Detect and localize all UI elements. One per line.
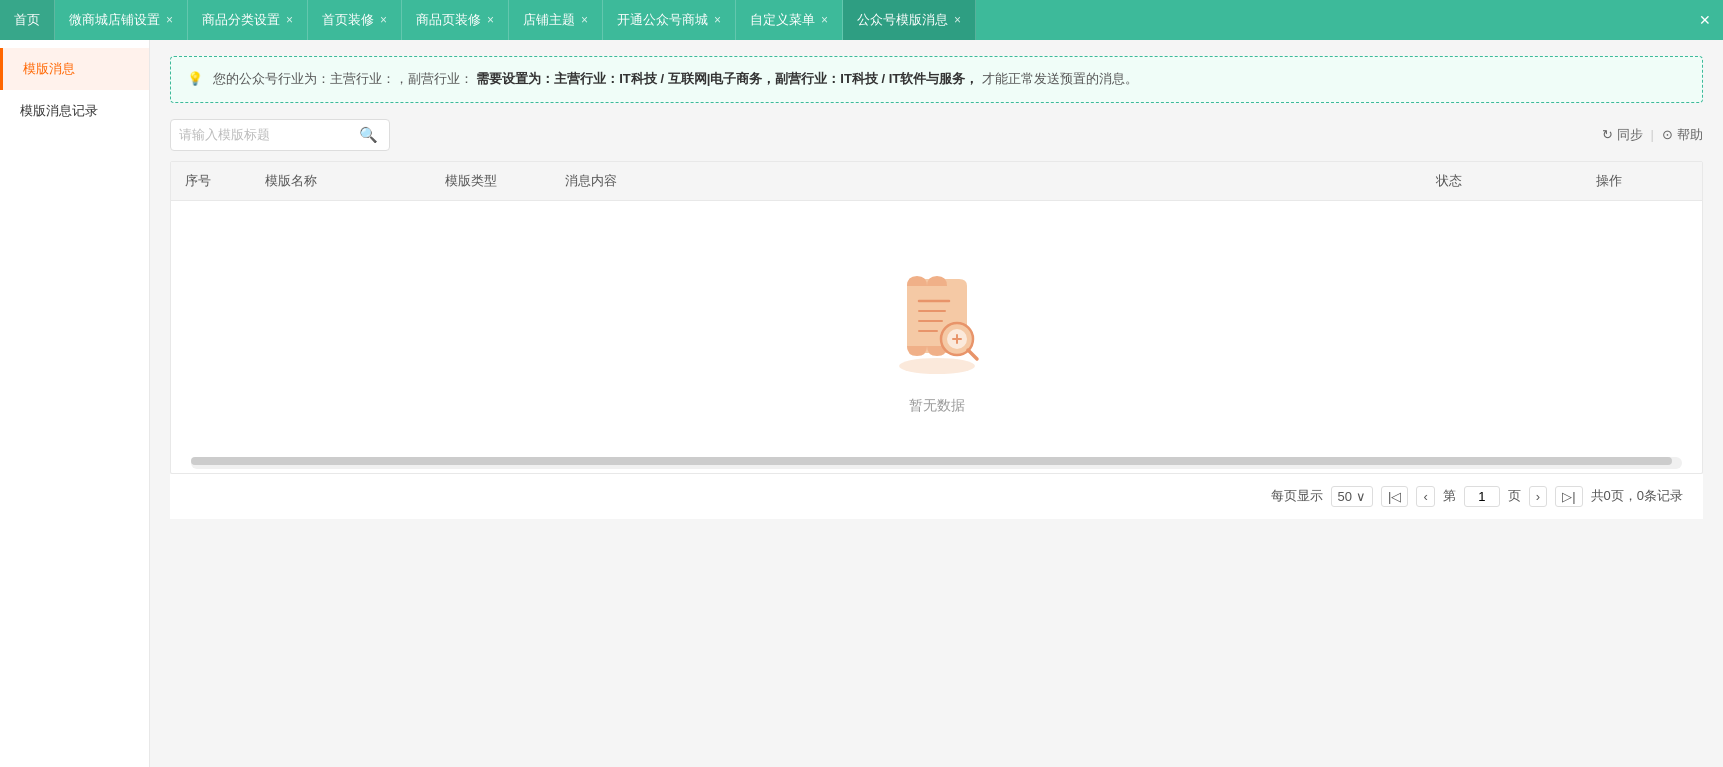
column-header-name: 模版名称 <box>251 162 431 200</box>
main-layout: 模版消息模版消息记录 💡 您的公众号行业为：主营行业：，副营行业： 需要设置为：… <box>0 40 1723 767</box>
current-page-input[interactable] <box>1464 486 1500 507</box>
search-icon[interactable]: 🔍 <box>359 126 378 144</box>
total-records-label: 共0页，0条记录 <box>1591 487 1683 505</box>
notice-box: 💡 您的公众号行业为：主营行业：，副营行业： 需要设置为：主营行业：IT科技 /… <box>170 56 1703 103</box>
toolbar-right: ↻ 同步 | ⊙ 帮助 <box>1602 126 1703 144</box>
sync-icon: ↻ <box>1602 127 1613 142</box>
sidebar-item-template-message[interactable]: 模版消息 <box>0 48 149 90</box>
nav-tab-store-theme[interactable]: 店铺主题× <box>509 0 603 40</box>
nav-tab-home[interactable]: 首页 <box>0 0 55 40</box>
close-tab-store-theme[interactable]: × <box>581 13 588 27</box>
sync-label: 同步 <box>1617 126 1643 144</box>
close-tab-template-message[interactable]: × <box>954 13 961 27</box>
toolbar: 🔍 ↻ 同步 | ⊙ 帮助 <box>170 119 1703 151</box>
empty-icon <box>877 261 997 381</box>
page-size-chevron: ∨ <box>1356 489 1366 504</box>
column-header-content: 消息内容 <box>551 162 1422 200</box>
data-table: 序号模版名称模版类型消息内容状态操作 <box>170 161 1703 474</box>
column-header-actions: 操作 <box>1582 162 1702 200</box>
close-tab-product-decoration[interactable]: × <box>487 13 494 27</box>
notice-suffix: 才能正常发送预置的消息。 <box>982 71 1138 86</box>
nav-tab-open-wechat-mall[interactable]: 开通公众号商城× <box>603 0 736 40</box>
page-label-prefix: 第 <box>1443 487 1456 505</box>
empty-text: 暂无数据 <box>909 397 965 415</box>
notice-highlight: 需要设置为：主营行业：IT科技 / 互联网|电子商务，副营行业：IT科技 / I… <box>476 71 978 86</box>
notice-icon: 💡 <box>187 71 203 86</box>
main-content: 💡 您的公众号行业为：主营行业：，副营行业： 需要设置为：主营行业：IT科技 /… <box>150 40 1723 767</box>
svg-line-7 <box>968 350 977 359</box>
nav-tab-custom-menu[interactable]: 自定义菜单× <box>736 0 843 40</box>
nav-tab-product-decoration[interactable]: 商品页装修× <box>402 0 509 40</box>
first-page-button[interactable]: |◁ <box>1381 486 1408 507</box>
table-header: 序号模版名称模版类型消息内容状态操作 <box>171 162 1702 201</box>
last-page-button[interactable]: ▷| <box>1555 486 1582 507</box>
toolbar-divider: | <box>1651 127 1654 142</box>
close-all-button[interactable]: ✕ <box>1687 12 1723 28</box>
page-size-value: 50 <box>1338 489 1352 504</box>
svg-point-0 <box>899 358 975 374</box>
notice-prefix: 您的公众号行业为：主营行业：，副营行业： <box>213 71 473 86</box>
page-size-select[interactable]: 50 ∨ <box>1331 486 1373 507</box>
next-page-button[interactable]: › <box>1529 486 1547 507</box>
close-tab-custom-menu[interactable]: × <box>821 13 828 27</box>
page-size-label: 每页显示 <box>1271 487 1323 505</box>
empty-state: 暂无数据 <box>171 201 1702 455</box>
help-icon: ⊙ <box>1662 127 1673 142</box>
close-tab-home-decoration[interactable]: × <box>380 13 387 27</box>
column-header-type: 模版类型 <box>431 162 551 200</box>
page-label-suffix: 页 <box>1508 487 1521 505</box>
top-nav: 首页微商城店铺设置×商品分类设置×首页装修×商品页装修×店铺主题×开通公众号商城… <box>0 0 1723 40</box>
close-tab-category-settings[interactable]: × <box>286 13 293 27</box>
sync-button[interactable]: ↻ 同步 <box>1602 126 1643 144</box>
nav-tab-home-decoration[interactable]: 首页装修× <box>308 0 402 40</box>
horizontal-scrollbar[interactable] <box>171 457 1702 473</box>
help-button[interactable]: ⊙ 帮助 <box>1662 126 1703 144</box>
column-header-status: 状态 <box>1422 162 1582 200</box>
search-input[interactable] <box>179 127 359 142</box>
column-header-seq: 序号 <box>171 162 251 200</box>
nav-tab-template-message[interactable]: 公众号模版消息× <box>843 0 976 40</box>
close-tab-open-wechat-mall[interactable]: × <box>714 13 721 27</box>
nav-tab-wsc-settings[interactable]: 微商城店铺设置× <box>55 0 188 40</box>
sidebar-item-template-message-log[interactable]: 模版消息记录 <box>0 90 149 132</box>
prev-page-button[interactable]: ‹ <box>1416 486 1434 507</box>
pagination: 每页显示 50 ∨ |◁ ‹ 第 页 › ▷| 共0页，0条记录 <box>170 474 1703 519</box>
search-input-wrap: 🔍 <box>170 119 390 151</box>
help-label: 帮助 <box>1677 126 1703 144</box>
close-tab-wsc-settings[interactable]: × <box>166 13 173 27</box>
sidebar: 模版消息模版消息记录 <box>0 40 150 767</box>
nav-tab-category-settings[interactable]: 商品分类设置× <box>188 0 308 40</box>
